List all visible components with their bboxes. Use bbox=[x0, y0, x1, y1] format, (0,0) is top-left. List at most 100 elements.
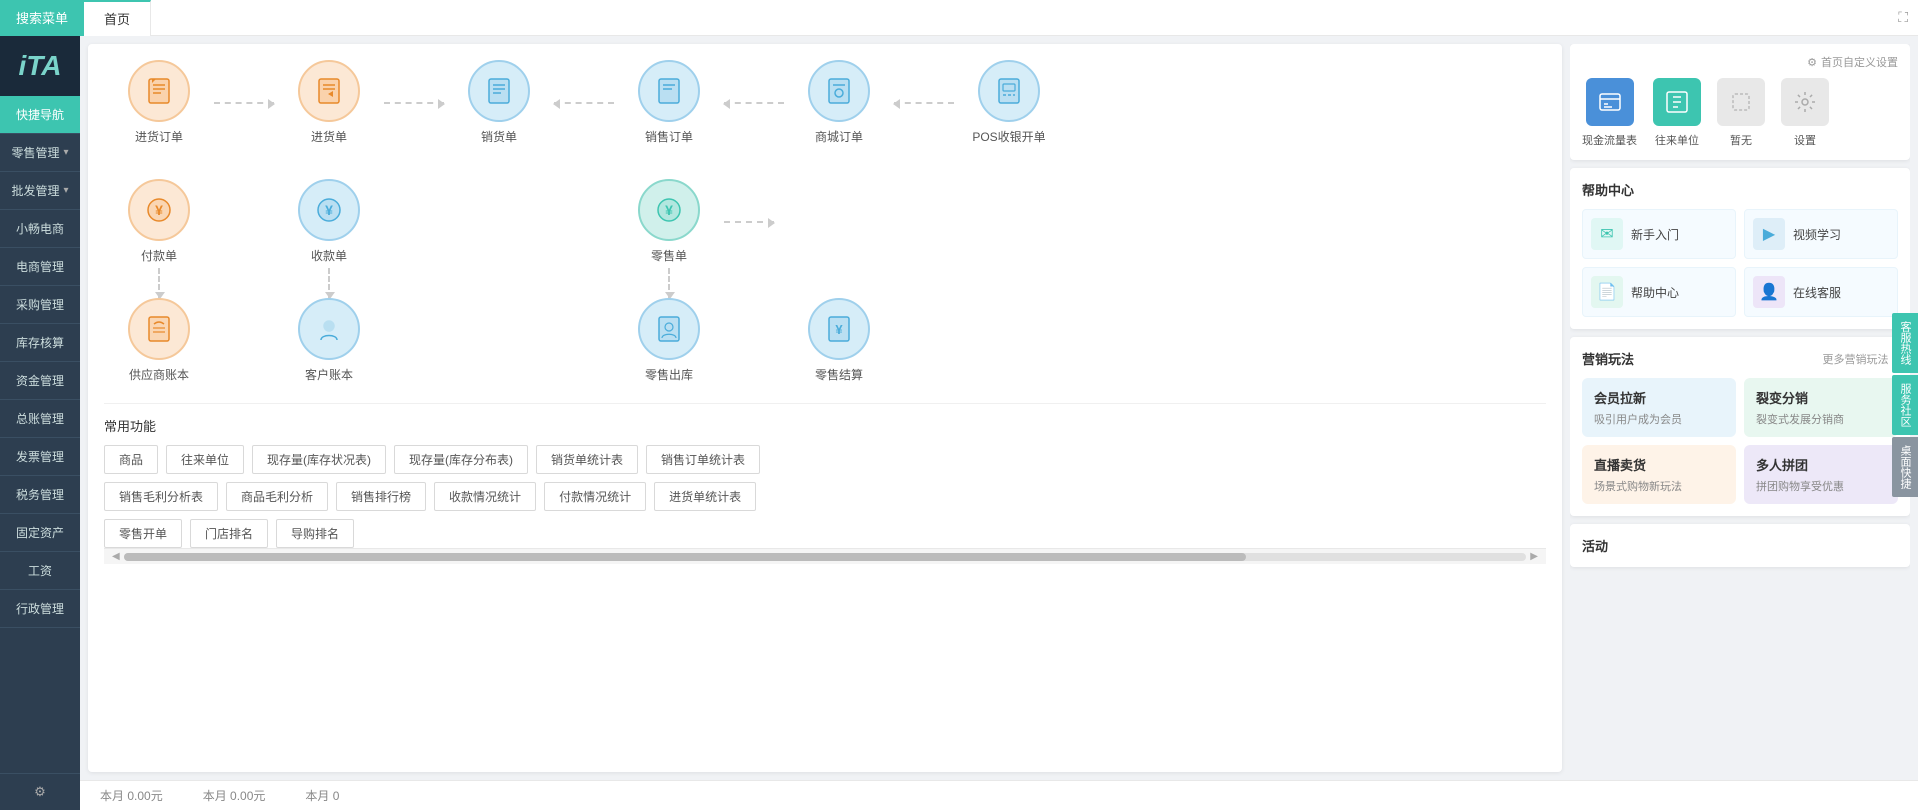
wf-node-retail-out[interactable]: 零售出库 bbox=[614, 298, 724, 383]
mkt-title: 营销玩法 bbox=[1582, 349, 1634, 368]
workflow-row2: ¥ 付款单 ¥ 收款单 bbox=[104, 179, 1546, 264]
sidebar-item-admin[interactable]: 行政管理 bbox=[0, 590, 80, 628]
wf-label-retail: 零售单 bbox=[651, 247, 687, 264]
wf-node-supplier-account[interactable]: 供应商账本 bbox=[104, 298, 214, 383]
sidebar-item-ecom-small[interactable]: 小畅电商 bbox=[0, 210, 80, 248]
qnt-contacts[interactable]: 往来单位 bbox=[1653, 78, 1701, 148]
qnt-settings-label: 设置 bbox=[1794, 132, 1816, 148]
wf-circle-mall-order bbox=[808, 60, 870, 122]
mkt-card-live[interactable]: 直播卖货 场景式购物新玩法 bbox=[1582, 445, 1736, 504]
wf-circle-customer-account bbox=[298, 298, 360, 360]
vdown3 bbox=[668, 268, 670, 298]
qnt-none[interactable]: 暂无 bbox=[1717, 78, 1765, 148]
sidebar-item-finance[interactable]: 资金管理 bbox=[0, 362, 80, 400]
hc-video-icon: ▶ bbox=[1753, 218, 1785, 250]
wf-node-mall-order[interactable]: 商城订单 bbox=[784, 60, 894, 145]
wf-node-retail-settle[interactable]: ¥ 零售结算 bbox=[784, 298, 894, 383]
scroll-arrow-right[interactable]: ▶ bbox=[1526, 551, 1542, 562]
stat-1: 本月 0.00元 bbox=[100, 787, 163, 804]
wf-label-sale: 销货单 bbox=[481, 128, 517, 145]
sidebar-item-tax[interactable]: 税务管理 bbox=[0, 476, 80, 514]
float-btn-community[interactable]: 服务社区 bbox=[1892, 375, 1918, 435]
float-buttons: 客服热线 服务社区 桌面快捷 bbox=[1892, 313, 1918, 497]
cf-btn-retail-order[interactable]: 零售开单 bbox=[104, 519, 182, 548]
sidebar-item-payroll[interactable]: 工资 bbox=[0, 552, 80, 590]
cf-btn-contacts[interactable]: 往来单位 bbox=[166, 445, 244, 474]
sidebar-item-inventory[interactable]: 库存核算 bbox=[0, 324, 80, 362]
sidebar-item-ledger[interactable]: 总账管理 bbox=[0, 400, 80, 438]
cf-btn-goods[interactable]: 商品 bbox=[104, 445, 158, 474]
mkt-card-group[interactable]: 多人拼团 拼团购物享受优惠 bbox=[1744, 445, 1898, 504]
sidebar: iTA 快捷导航 零售管理 ▾ 批发管理 ▾ 小畅电商 电商管理 采购管理 库存… bbox=[0, 36, 80, 810]
wf-label-retail-settle: 零售结算 bbox=[815, 366, 863, 383]
marketing: 营销玩法 更多营销玩法 > 会员拉新 吸引用户成为会员 裂变分销 裂变式发展分销… bbox=[1570, 337, 1910, 516]
hc-item-service[interactable]: 👤 在线客服 bbox=[1744, 267, 1898, 317]
float-btn-desktop[interactable]: 桌面快捷 bbox=[1892, 437, 1918, 497]
scroll-arrow-left[interactable]: ◀ bbox=[108, 551, 124, 562]
mkt-card-fission[interactable]: 裂变分销 裂变式发展分销商 bbox=[1744, 378, 1898, 437]
wf-circle-payment: ¥ bbox=[128, 179, 190, 241]
help-center: 帮助中心 ✉ 新手入门 ▶ 视频学习 📄 帮助中心 bbox=[1570, 168, 1910, 329]
sidebar-item-assets[interactable]: 固定资产 bbox=[0, 514, 80, 552]
cf-btn-purchase-stats[interactable]: 进货单统计表 bbox=[654, 482, 756, 511]
cf-btn-sale-margin[interactable]: 销售毛利分析表 bbox=[104, 482, 218, 511]
sidebar-item-quicknav[interactable]: 快捷导航 bbox=[0, 96, 80, 134]
float-btn-service[interactable]: 客服热线 bbox=[1892, 313, 1918, 373]
cf-btn-payment-stats[interactable]: 付款情况统计 bbox=[544, 482, 646, 511]
cf-btn-stock-status[interactable]: 现存量(库存状况表) bbox=[252, 445, 386, 474]
hc-help-label: 帮助中心 bbox=[1631, 284, 1679, 301]
homepage-customize-button[interactable]: ⚙ 首页自定义设置 bbox=[1807, 54, 1898, 70]
sidebar-item-purchase[interactable]: 采购管理 bbox=[0, 286, 80, 324]
wf-node-purchase[interactable]: 进货单 bbox=[274, 60, 384, 145]
search-menu-button[interactable]: 搜索菜单 bbox=[0, 0, 84, 36]
sidebar-item-admin-label: 行政管理 bbox=[16, 600, 64, 617]
home-tab[interactable]: 首页 bbox=[84, 0, 151, 36]
sidebar-item-invoice[interactable]: 发票管理 bbox=[0, 438, 80, 476]
arrow-r1 bbox=[214, 102, 274, 104]
wf-node-retail[interactable]: ¥ 零售单 bbox=[614, 179, 724, 264]
cf-btn-guide-rank[interactable]: 导购排名 bbox=[276, 519, 354, 548]
cf-btn-goods-margin[interactable]: 商品毛利分析 bbox=[226, 482, 328, 511]
wf-node-payment[interactable]: ¥ 付款单 bbox=[104, 179, 214, 264]
sidebar-item-invoice-label: 发票管理 bbox=[16, 448, 64, 465]
wf-node-sale[interactable]: 销货单 bbox=[444, 60, 554, 145]
wf-node-sale-order[interactable]: 销售订单 bbox=[614, 60, 724, 145]
main-content-row: 进货订单 进货单 bbox=[80, 36, 1918, 780]
sidebar-item-retail[interactable]: 零售管理 ▾ bbox=[0, 134, 80, 172]
mkt-card-member[interactable]: 会员拉新 吸引用户成为会员 bbox=[1582, 378, 1736, 437]
cf-btn-sale-stats[interactable]: 销货单统计表 bbox=[536, 445, 638, 474]
wf-node-pos[interactable]: POS收银开单 bbox=[954, 60, 1064, 145]
sidebar-item-tax-label: 税务管理 bbox=[16, 486, 64, 503]
qnt-cashflow[interactable]: 现金流量表 bbox=[1582, 78, 1637, 148]
activity: 活动 bbox=[1570, 524, 1910, 567]
wf-label-purchase: 进货单 bbox=[311, 128, 347, 145]
hc-item-beginner[interactable]: ✉ 新手入门 bbox=[1582, 209, 1736, 259]
qnt-settings-icon bbox=[1781, 78, 1829, 126]
cf-btn-store-rank[interactable]: 门店排名 bbox=[190, 519, 268, 548]
stat-3: 本月 0 bbox=[305, 787, 339, 804]
hc-service-icon: 👤 bbox=[1753, 276, 1785, 308]
cf-btn-sale-rank[interactable]: 销售排行榜 bbox=[336, 482, 426, 511]
sidebar-item-wholesale[interactable]: 批发管理 ▾ bbox=[0, 172, 80, 210]
sidebar-settings-button[interactable]: ⚙ bbox=[0, 773, 80, 810]
sidebar-item-retail-label: 零售管理 bbox=[11, 144, 59, 161]
cf-btn-sale-order-stats[interactable]: 销售订单统计表 bbox=[646, 445, 760, 474]
main-layout: iTA 快捷导航 零售管理 ▾ 批发管理 ▾ 小畅电商 电商管理 采购管理 库存… bbox=[0, 36, 1918, 810]
retail-arrow-icon: ▾ bbox=[63, 147, 68, 158]
hc-item-help[interactable]: 📄 帮助中心 bbox=[1582, 267, 1736, 317]
sidebar-item-ecom[interactable]: 电商管理 bbox=[0, 248, 80, 286]
wf-node-receipt[interactable]: ¥ 收款单 bbox=[274, 179, 384, 264]
activity-title: 活动 bbox=[1582, 536, 1898, 555]
settings-icon: ⚙ bbox=[34, 784, 46, 799]
cf-btn-receipt-stats[interactable]: 收款情况统计 bbox=[434, 482, 536, 511]
qnt-contacts-label: 往来单位 bbox=[1655, 132, 1699, 148]
right-panel: ⚙ 首页自定义设置 现金流量表 bbox=[1570, 44, 1910, 772]
mkt-more-link[interactable]: 更多营销玩法 > bbox=[1823, 351, 1898, 367]
fullscreen-icon[interactable]: ⛶ bbox=[1898, 9, 1908, 25]
wf-node-customer-account[interactable]: 客户账本 bbox=[274, 298, 384, 383]
scroll-track[interactable] bbox=[124, 553, 1527, 561]
qnt-settings[interactable]: 设置 bbox=[1781, 78, 1829, 148]
cf-btn-stock-dist[interactable]: 现存量(库存分布表) bbox=[394, 445, 528, 474]
hc-item-video[interactable]: ▶ 视频学习 bbox=[1744, 209, 1898, 259]
wf-node-purchase-order[interactable]: 进货订单 bbox=[104, 60, 214, 145]
